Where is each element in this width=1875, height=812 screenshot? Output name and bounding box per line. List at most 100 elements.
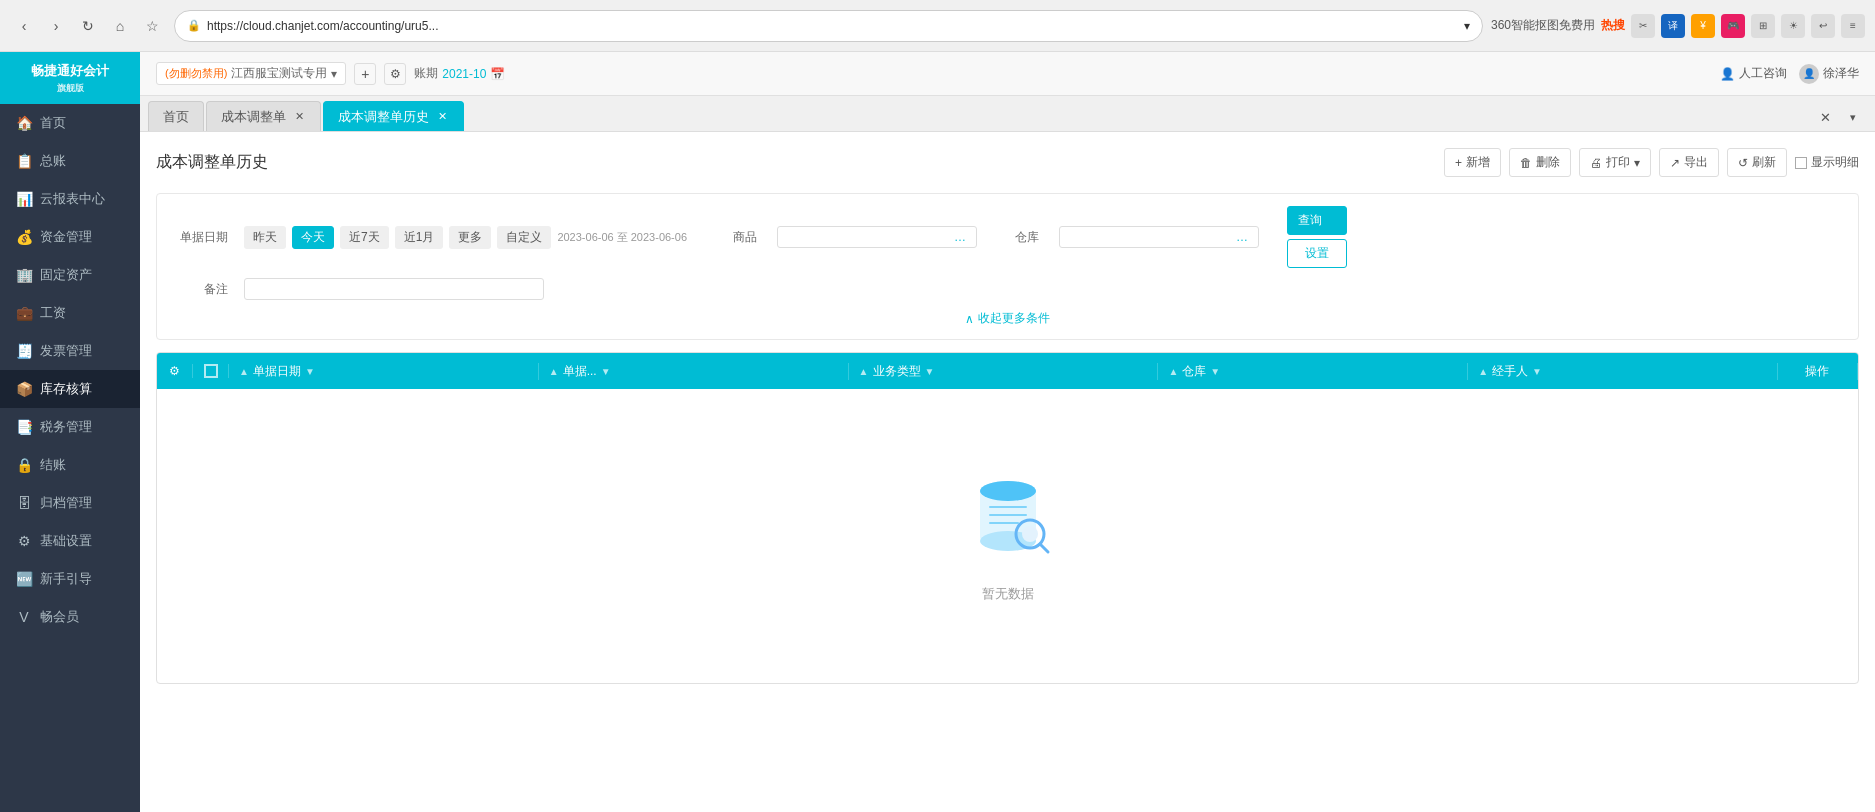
new-button[interactable]: + 新增	[1444, 148, 1501, 177]
warehouse-filter-select[interactable]: …	[1059, 226, 1259, 248]
date-btn-1month[interactable]: 近1月	[395, 226, 444, 249]
browser-tools: 360智能抠图免费用 热搜 ✂ 译 ¥ 🎮 ⊞ ☀ ↩ ≡	[1491, 14, 1865, 38]
th-business-type[interactable]: ▲ 业务类型 ▼	[849, 363, 1159, 380]
th-warehouse[interactable]: ▲ 仓库 ▼	[1158, 363, 1468, 380]
date-btn-yesterday[interactable]: 昨天	[244, 226, 286, 249]
select-all-checkbox[interactable]	[204, 364, 218, 378]
th-number[interactable]: ▲ 单据... ▼	[539, 363, 849, 380]
sidebar-label-close: 结账	[40, 456, 66, 474]
print-button[interactable]: 🖨 打印 ▾	[1579, 148, 1651, 177]
user-service-button[interactable]: 👤 人工咨询	[1720, 65, 1787, 82]
sort-up-icon-3: ▲	[859, 366, 869, 377]
tab-home[interactable]: 首页	[148, 101, 204, 131]
tab-cost-adjust-history[interactable]: 成本调整单历史 ✕	[323, 101, 464, 131]
tab-cost-adjust-history-close[interactable]: ✕	[435, 110, 449, 124]
export-button[interactable]: ↗ 导出	[1659, 148, 1719, 177]
display-checkbox[interactable]	[1795, 157, 1807, 169]
sidebar-item-funds[interactable]: 💰 资金管理	[0, 218, 140, 256]
translate-ext[interactable]: 译	[1661, 14, 1685, 38]
sidebar-item-vip[interactable]: V 畅会员	[0, 598, 140, 636]
sidebar-item-ledger[interactable]: 📋 总账	[0, 142, 140, 180]
search-label: 360智能抠图免费用	[1491, 17, 1595, 34]
sidebar-label-inventory: 库存核算	[40, 380, 92, 398]
tab-cost-adjust[interactable]: 成本调整单 ✕	[206, 101, 321, 131]
menu-ext[interactable]: ≡	[1841, 14, 1865, 38]
date-btn-today[interactable]: 今天	[292, 226, 334, 249]
query-button[interactable]: 查询	[1287, 206, 1347, 235]
print-label: 打印	[1606, 154, 1630, 171]
tab-close-all-button[interactable]: ✕	[1811, 103, 1839, 131]
undo-ext[interactable]: ↩	[1811, 14, 1835, 38]
export-label: 导出	[1684, 154, 1708, 171]
collapse-label: 收起更多条件	[978, 310, 1050, 327]
date-btn-7days[interactable]: 近7天	[340, 226, 389, 249]
refresh-button[interactable]: ↺ 刷新	[1727, 148, 1787, 177]
home-button[interactable]: ⌂	[106, 12, 134, 40]
tab-more-button[interactable]: ▾	[1839, 103, 1867, 131]
sort-up-icon-5: ▲	[1478, 366, 1488, 377]
sidebar-item-inventory[interactable]: 📦 库存核算	[0, 370, 140, 408]
brightness-ext[interactable]: ☀	[1781, 14, 1805, 38]
top-bar-left: (勿删勿禁用) 江西服宝测试专用 ▾ + ⚙ 账期 2021-10 📅	[156, 62, 505, 85]
th-actions: 操作	[1778, 363, 1858, 380]
back-button[interactable]: ‹	[10, 12, 38, 40]
refresh-button[interactable]: ↻	[74, 12, 102, 40]
page-content: 成本调整单历史 + 新增 🗑 删除 🖨 打印 ▾	[140, 132, 1875, 812]
sidebar-item-reports[interactable]: 📊 云报表中心	[0, 180, 140, 218]
sort-down-icon: ▼	[305, 366, 315, 377]
th-date[interactable]: ▲ 单据日期 ▼	[229, 363, 539, 380]
sidebar-item-home[interactable]: 🏠 首页	[0, 104, 140, 142]
date-btn-more[interactable]: 更多	[449, 226, 491, 249]
sidebar-label-ledger: 总账	[40, 152, 66, 170]
user-profile[interactable]: 👤 徐泽华	[1799, 64, 1859, 84]
coin-ext[interactable]: ¥	[1691, 14, 1715, 38]
warehouse-dots[interactable]: …	[1236, 230, 1250, 244]
product-dots[interactable]: …	[954, 230, 968, 244]
th-settings[interactable]: ⚙	[157, 364, 193, 378]
note-filter-input[interactable]	[244, 278, 544, 300]
bookmark-button[interactable]: ☆	[138, 12, 166, 40]
forward-button[interactable]: ›	[42, 12, 70, 40]
filter-settings-button[interactable]: 设置	[1287, 239, 1347, 268]
empty-text: 暂无数据	[982, 585, 1034, 603]
sidebar-item-tax[interactable]: 📑 税务管理	[0, 408, 140, 446]
sort-down-icon-3: ▼	[925, 366, 935, 377]
company-selector[interactable]: (勿删勿禁用) 江西服宝测试专用 ▾	[156, 62, 346, 85]
sidebar-item-archive[interactable]: 🗄 归档管理	[0, 484, 140, 522]
export-icon: ↗	[1670, 156, 1680, 170]
dropdown-icon: ▾	[1464, 19, 1470, 33]
sidebar-item-guide[interactable]: 🆕 新手引导	[0, 560, 140, 598]
th-number-label: 单据...	[563, 363, 597, 380]
sidebar-item-fixed-assets[interactable]: 🏢 固定资产	[0, 256, 140, 294]
address-bar[interactable]: 🔒 https://cloud.chanjet.com/accounting/u…	[174, 10, 1483, 42]
product-filter-select[interactable]: …	[777, 226, 977, 248]
period-selector[interactable]: 账期 2021-10 📅	[414, 65, 505, 82]
sidebar-item-close[interactable]: 🔒 结账	[0, 446, 140, 484]
sidebar-item-invoice[interactable]: 🧾 发票管理	[0, 332, 140, 370]
th-checkbox[interactable]	[193, 364, 229, 378]
add-company-button[interactable]: +	[354, 63, 376, 85]
refresh-label: 刷新	[1752, 154, 1776, 171]
display-toggle[interactable]: 显示明细	[1795, 154, 1859, 171]
sort-down-icon-2: ▼	[601, 366, 611, 377]
date-btn-custom[interactable]: 自定义	[497, 226, 551, 249]
sidebar-item-settings[interactable]: ⚙ 基础设置	[0, 522, 140, 560]
table-header: ⚙ ▲ 单据日期 ▼ ▲ 单据... ▼	[157, 353, 1858, 389]
collapse-button[interactable]: ∧ 收起更多条件	[173, 310, 1842, 327]
company-settings-button[interactable]: ⚙	[384, 63, 406, 85]
th-operator[interactable]: ▲ 经手人 ▼	[1468, 363, 1778, 380]
grid-ext[interactable]: ⊞	[1751, 14, 1775, 38]
hot-label: 热搜	[1601, 17, 1625, 34]
game-ext[interactable]: 🎮	[1721, 14, 1745, 38]
sort-up-icon-4: ▲	[1168, 366, 1178, 377]
date-range-text: 2023-06-06 至 2023-06-06	[557, 230, 687, 245]
query-label: 查询	[1298, 212, 1322, 229]
inventory-icon: 📦	[16, 381, 32, 397]
svg-point-3	[980, 481, 1036, 501]
delete-button[interactable]: 🗑 删除	[1509, 148, 1571, 177]
sidebar-label-funds: 资金管理	[40, 228, 92, 246]
scissors-ext[interactable]: ✂	[1631, 14, 1655, 38]
tab-cost-adjust-close[interactable]: ✕	[292, 110, 306, 124]
guide-icon: 🆕	[16, 571, 32, 587]
sidebar-item-payroll[interactable]: 💼 工资	[0, 294, 140, 332]
